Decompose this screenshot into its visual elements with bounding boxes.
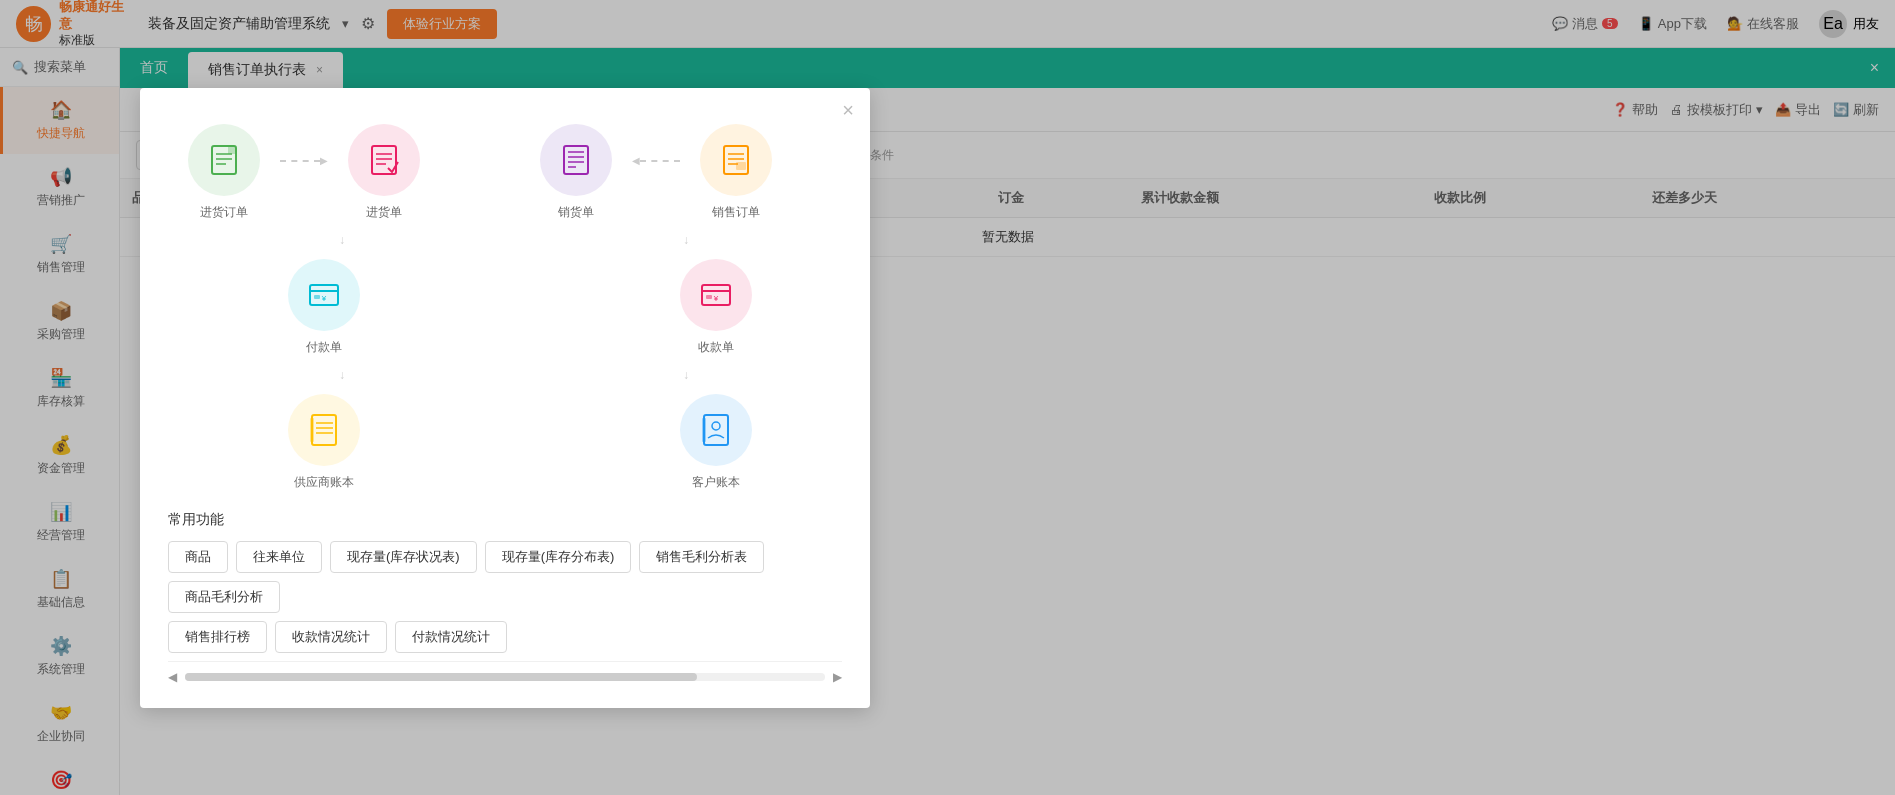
arrow-down-purchase: ↓ (306, 233, 378, 247)
scroll-track (185, 673, 825, 681)
func-btn-stock-dist[interactable]: 现存量(库存分布表) (485, 541, 632, 573)
flow-row-arrows2: ↓ ↓ (168, 368, 842, 382)
svg-rect-27 (312, 415, 336, 445)
quick-nav-popup: × 进货订单 ▶ (140, 88, 870, 708)
func-btn-payment-stats[interactable]: 付款情况统计 (395, 621, 507, 653)
func-btn-sales-rank[interactable]: 销售排行榜 (168, 621, 267, 653)
func-btn-receipt-stats[interactable]: 收款情况统计 (275, 621, 387, 653)
svg-rect-9 (564, 146, 588, 174)
sales-order-node[interactable]: 销售订单 (700, 124, 772, 221)
svg-rect-21 (314, 295, 320, 299)
supplier-ledger-node[interactable]: 供应商账本 (288, 394, 360, 491)
payment-bill-node[interactable]: ¥ 付款单 (288, 259, 360, 356)
func-btn-product[interactable]: 商品 (168, 541, 228, 573)
arrow-down-sales: ↓ (650, 233, 722, 247)
purchase-bill-node[interactable]: 进货单 (348, 124, 420, 221)
svg-marker-4 (228, 146, 236, 154)
scroll-thumb (185, 673, 697, 681)
popup-close-button[interactable]: × (842, 100, 854, 120)
receipt-bill-icon: ¥ (680, 259, 752, 331)
arrow-down-payment: ↓ (306, 368, 378, 382)
scroll-right-arrow[interactable]: ▶ (833, 670, 842, 684)
flow-row-arrows: ↓ ↓ (168, 233, 842, 247)
svg-rect-28 (310, 418, 314, 442)
popup-scrollbar: ◀ ▶ (168, 661, 842, 684)
flow-row-2: ¥ 付款单 ¥ 收款单 (168, 247, 842, 368)
purchase-order-icon (188, 124, 260, 196)
svg-rect-18 (736, 162, 746, 170)
func-btn-stock-status[interactable]: 现存量(库存状况表) (330, 541, 477, 573)
payment-bill-icon: ¥ (288, 259, 360, 331)
scroll-left-arrow[interactable]: ◀ (168, 670, 177, 684)
customer-ledger-icon (680, 394, 752, 466)
common-funcs-title: 常用功能 (168, 511, 842, 529)
purchase-bill-icon (348, 124, 420, 196)
svg-text:¥: ¥ (713, 294, 719, 303)
supplier-ledger-icon (288, 394, 360, 466)
svg-point-34 (712, 422, 720, 430)
sales-order-icon (700, 124, 772, 196)
svg-rect-25 (706, 295, 712, 299)
customer-ledger-node[interactable]: 客户账本 (680, 394, 752, 491)
func-buttons-row2: 销售排行榜 收款情况统计 付款情况统计 (168, 621, 842, 653)
arrow-right-1: ▶ (280, 155, 328, 190)
flow-row-1: 进货订单 ▶ 进货单 (168, 112, 842, 233)
flow-diagram: 进货订单 ▶ 进货单 (168, 112, 842, 503)
func-btn-product-profit[interactable]: 商品毛利分析 (168, 581, 280, 613)
sales-bill-node[interactable]: 销货单 (540, 124, 612, 221)
svg-rect-33 (702, 418, 706, 442)
arrow-down-receipt: ↓ (650, 368, 722, 382)
func-btn-partner[interactable]: 往来单位 (236, 541, 322, 573)
common-funcs: 常用功能 商品 往来单位 现存量(库存状况表) 现存量(库存分布表) 销售毛利分… (168, 511, 842, 653)
receipt-bill-node[interactable]: ¥ 收款单 (680, 259, 752, 356)
arrow-left-1: ◀ (632, 155, 680, 190)
flow-row-3: 供应商账本 客户账本 (168, 382, 842, 503)
app-container: 畅 畅康通好生意 标准版 装备及固定资产辅助管理系统 ▾ ⚙ 体验行业方案 💬 … (0, 0, 1895, 795)
purchase-order-node[interactable]: 进货订单 (188, 124, 260, 221)
func-buttons-row1: 商品 往来单位 现存量(库存状况表) 现存量(库存分布表) 销售毛利分析表 商品… (168, 541, 842, 613)
func-btn-sales-profit[interactable]: 销售毛利分析表 (639, 541, 764, 573)
svg-text:¥: ¥ (321, 294, 327, 303)
sales-bill-icon (540, 124, 612, 196)
